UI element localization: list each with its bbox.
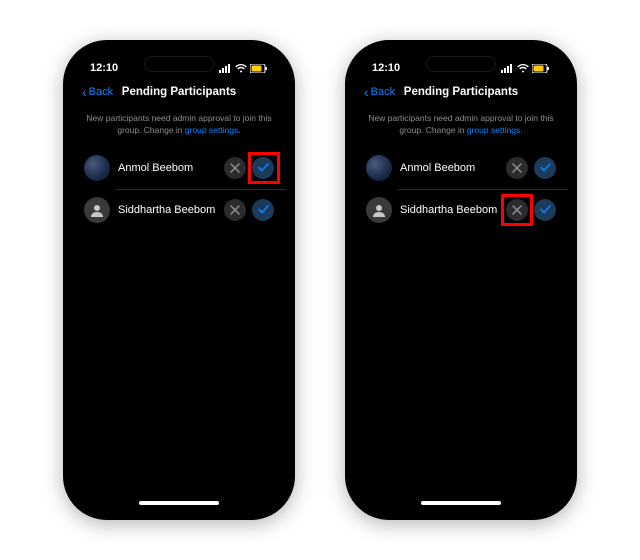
dynamic-island — [144, 56, 214, 72]
group-settings-link[interactable]: group settings — [467, 125, 520, 135]
back-label: Back — [89, 86, 113, 98]
avatar — [84, 197, 110, 223]
approve-button[interactable] — [534, 199, 556, 221]
x-icon — [230, 163, 240, 173]
battery-icon — [250, 64, 268, 73]
action-buttons — [224, 199, 274, 221]
info-text: New participants need admin approval to … — [354, 107, 568, 147]
participant-name: Anmol Beebom — [400, 162, 498, 174]
person-icon — [90, 203, 104, 217]
chevron-left-icon: ‹ — [364, 85, 369, 99]
avatar — [366, 155, 392, 181]
back-label: Back — [371, 86, 395, 98]
screen: 12:10 ‹ Back Pending Participants New pa… — [354, 49, 568, 511]
approve-button[interactable] — [252, 157, 274, 179]
wifi-icon — [235, 64, 247, 73]
reject-button[interactable] — [224, 199, 246, 221]
status-icons — [219, 64, 268, 73]
participant-row: Anmol Beebom — [72, 147, 286, 189]
x-icon — [230, 205, 240, 215]
action-buttons — [506, 199, 556, 221]
screen: 12:10 ‹ Back Pending Participants New pa… — [72, 49, 286, 511]
x-icon — [512, 163, 522, 173]
check-icon — [540, 163, 551, 172]
avatar — [84, 155, 110, 181]
approve-button[interactable] — [252, 199, 274, 221]
status-icons — [501, 64, 550, 73]
check-icon — [258, 163, 269, 172]
participant-name: Siddhartha Beebom — [118, 204, 216, 216]
home-indicator[interactable] — [421, 501, 501, 505]
page-title: Pending Participants — [404, 86, 518, 98]
signal-icon — [219, 64, 232, 73]
participant-name: Anmol Beebom — [118, 162, 216, 174]
person-icon — [372, 203, 386, 217]
signal-icon — [501, 64, 514, 73]
reject-button[interactable] — [506, 199, 528, 221]
battery-icon — [532, 64, 550, 73]
back-button[interactable]: ‹ Back — [82, 85, 113, 99]
chevron-left-icon: ‹ — [82, 85, 87, 99]
reject-button[interactable] — [506, 157, 528, 179]
check-icon — [258, 205, 269, 214]
check-icon — [540, 205, 551, 214]
home-indicator[interactable] — [139, 501, 219, 505]
back-button[interactable]: ‹ Back — [364, 85, 395, 99]
avatar — [366, 197, 392, 223]
page-title: Pending Participants — [122, 86, 236, 98]
x-icon — [512, 205, 522, 215]
action-buttons — [224, 157, 274, 179]
status-time: 12:10 — [372, 62, 400, 74]
wifi-icon — [517, 64, 529, 73]
nav-bar: ‹ Back Pending Participants — [72, 79, 286, 107]
action-buttons — [506, 157, 556, 179]
participant-row: Anmol Beebom — [354, 147, 568, 189]
status-time: 12:10 — [90, 62, 118, 74]
nav-bar: ‹ Back Pending Participants — [354, 79, 568, 107]
participant-row: Siddhartha Beebom — [354, 189, 568, 231]
phone-right: 12:10 ‹ Back Pending Participants New pa… — [345, 40, 577, 520]
participant-row: Siddhartha Beebom — [72, 189, 286, 231]
info-text: New participants need admin approval to … — [72, 107, 286, 147]
phone-left: 12:10 ‹ Back Pending Participants New pa… — [63, 40, 295, 520]
reject-button[interactable] — [224, 157, 246, 179]
group-settings-link[interactable]: group settings — [185, 125, 238, 135]
approve-button[interactable] — [534, 157, 556, 179]
participant-name: Siddhartha Beebom — [400, 204, 498, 216]
dynamic-island — [426, 56, 496, 72]
